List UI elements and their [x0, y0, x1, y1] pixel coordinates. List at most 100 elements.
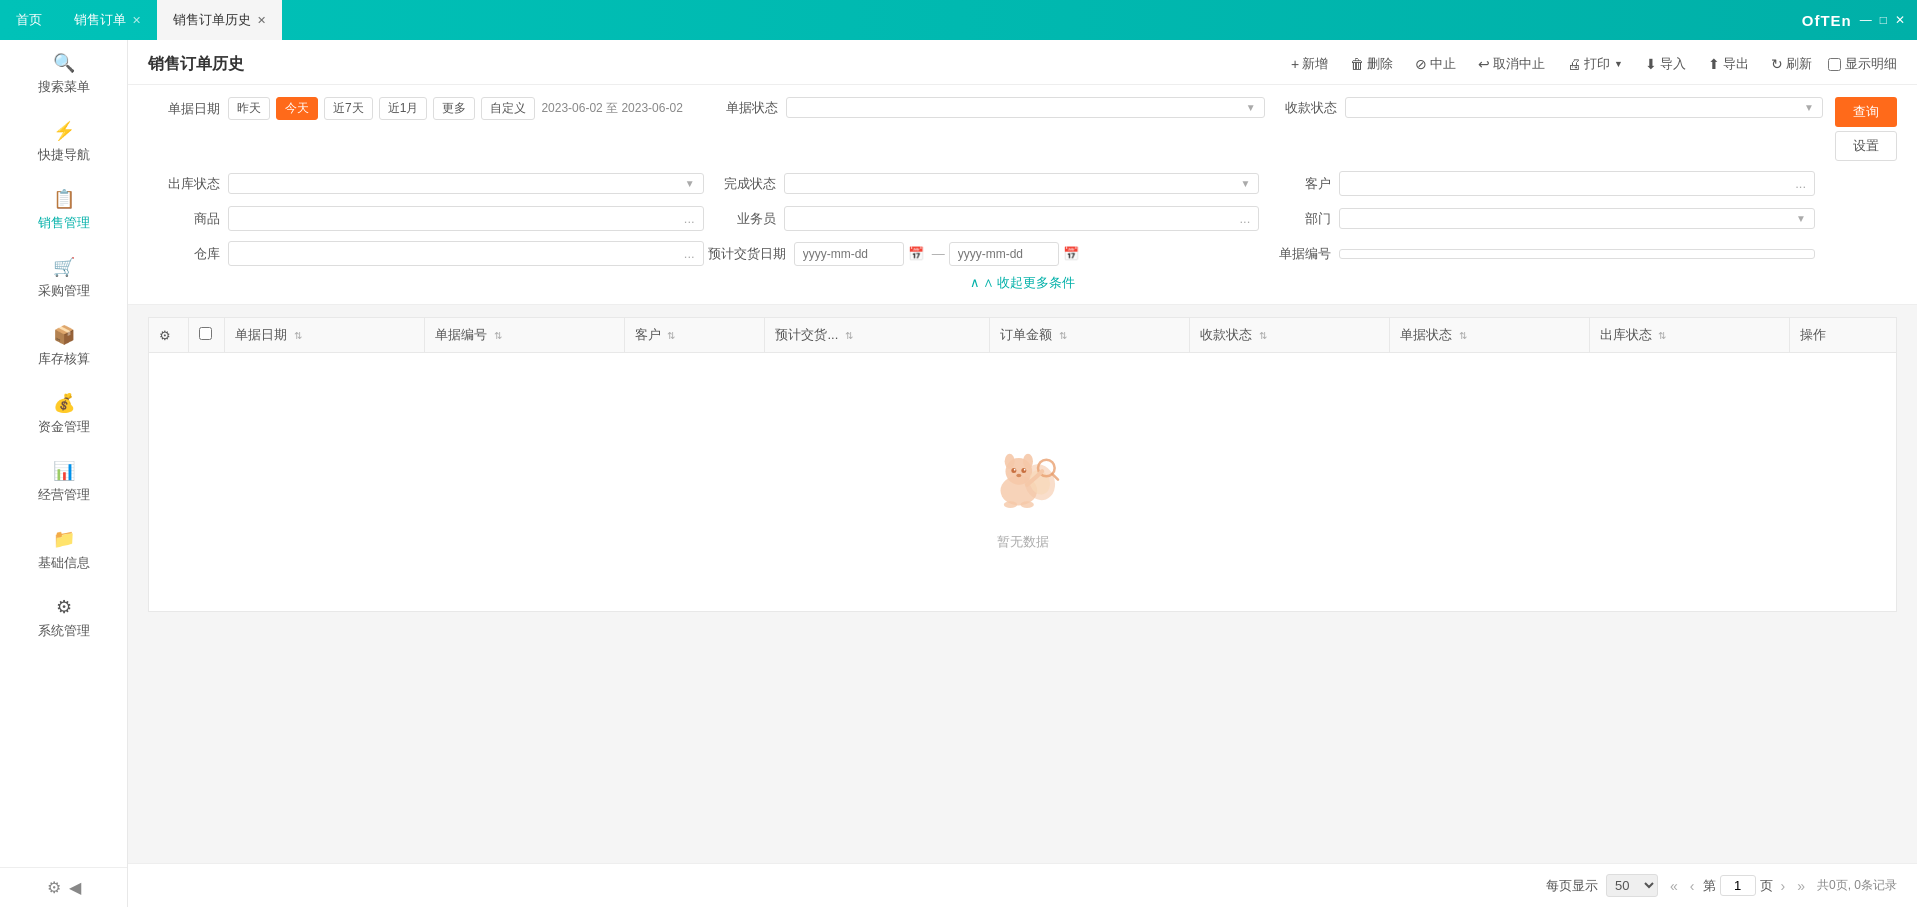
print-button[interactable]: 🖨 打印 ▼ — [1561, 52, 1629, 76]
select-all-checkbox[interactable] — [199, 327, 212, 340]
add-button[interactable]: + 新增 — [1285, 52, 1334, 76]
sidebar: 🔍 搜索菜单 ⚡ 快捷导航 📋 销售管理 🛒 采购管理 📦 库存核算 💰 资金管… — [0, 40, 128, 907]
import-button[interactable]: ⬇ 导入 — [1639, 52, 1692, 76]
warehouse-status-label: 出库状态 — [148, 175, 228, 193]
tab-home[interactable]: 首页 — [0, 0, 58, 40]
svg-point-2 — [1004, 454, 1014, 469]
tab-sales-history-close[interactable]: ✕ — [257, 14, 266, 27]
svg-point-8 — [1016, 474, 1021, 477]
customer-input[interactable]: ... — [1339, 171, 1815, 196]
sys-mgmt-icon: ⚙ — [56, 596, 72, 618]
per-page-label: 每页显示 — [1546, 877, 1598, 895]
maximize-btn[interactable]: □ — [1880, 13, 1887, 27]
sidebar-item-operations[interactable]: 📊 经营管理 — [0, 448, 127, 516]
sidebar-item-base-info[interactable]: 📁 基础信息 — [0, 516, 127, 584]
base-info-icon: 📁 — [53, 528, 75, 550]
minimize-btn[interactable]: — — [1860, 13, 1872, 27]
sidebar-item-sys-mgmt-label: 系统管理 — [38, 622, 90, 640]
prev-page-btn[interactable]: ‹ — [1686, 876, 1699, 896]
delivery-date-start[interactable] — [794, 242, 904, 266]
th-order-no[interactable]: 单据编号 ⇅ — [424, 318, 624, 353]
sidebar-item-sales-mgmt[interactable]: 📋 销售管理 — [0, 176, 127, 244]
sidebar-settings-icon[interactable]: ⚙ — [47, 878, 61, 897]
query-button[interactable]: 查询 — [1835, 97, 1897, 127]
th-order-status[interactable]: 单据状态 ⇅ — [1389, 318, 1589, 353]
per-page-select[interactable]: 50 10 20 100 — [1606, 874, 1658, 897]
tab-sales-history-label: 销售订单历史 — [173, 11, 251, 29]
sidebar-item-sys-mgmt[interactable]: ⚙ 系统管理 — [0, 584, 127, 652]
product-input[interactable]: ... — [228, 206, 704, 231]
svg-point-7 — [1023, 469, 1025, 471]
delete-button[interactable]: 🗑 删除 — [1344, 52, 1399, 76]
dept-arrow-icon: ▼ — [1796, 213, 1806, 224]
order-status-arrow-icon: ▼ — [1246, 102, 1256, 113]
calendar-end-icon[interactable]: 📅 — [1063, 246, 1079, 261]
refresh-icon: ↻ — [1771, 56, 1783, 72]
sidebar-item-finance-label: 资金管理 — [38, 418, 90, 436]
settings-button[interactable]: 设置 — [1835, 131, 1897, 161]
th-customer[interactable]: 客户 ⇅ — [624, 318, 765, 353]
date-btn-yesterday[interactable]: 昨天 — [228, 97, 270, 120]
sales-rep-input[interactable]: ... — [784, 206, 1260, 231]
order-num-input[interactable] — [1339, 249, 1815, 259]
complete-status-arrow-icon: ▼ — [1240, 178, 1250, 189]
date-dash: — — [932, 246, 945, 261]
sidebar-item-inventory[interactable]: 📦 库存核算 — [0, 312, 127, 380]
sidebar-item-base-info-label: 基础信息 — [38, 554, 90, 572]
sidebar-item-purchase-mgmt[interactable]: 🛒 采购管理 — [0, 244, 127, 312]
calendar-start-icon[interactable]: 📅 — [908, 246, 924, 261]
dept-select[interactable]: ▼ — [1339, 208, 1815, 229]
th-delivery[interactable]: 预计交货... ⇅ — [765, 318, 990, 353]
sidebar-collapse-icon[interactable]: ◀ — [69, 878, 81, 897]
date-label: 单据日期 — [148, 100, 228, 118]
add-icon: + — [1291, 56, 1299, 72]
date-btn-custom[interactable]: 自定义 — [481, 97, 535, 120]
complete-status-select[interactable]: ▼ — [784, 173, 1260, 194]
first-page-btn[interactable]: « — [1666, 876, 1682, 896]
last-page-btn[interactable]: » — [1793, 876, 1809, 896]
print-icon: 🖨 — [1567, 56, 1581, 72]
tab-sales-order[interactable]: 销售订单 ✕ — [58, 0, 157, 40]
sales-mgmt-icon: 📋 — [53, 188, 75, 210]
date-btn-1month[interactable]: 近1月 — [379, 97, 428, 120]
export-button[interactable]: ⬆ 导出 — [1702, 52, 1755, 76]
show-detail-checkbox[interactable] — [1828, 58, 1841, 71]
print-dropdown-icon: ▼ — [1614, 59, 1623, 69]
tab-sales-order-close[interactable]: ✕ — [132, 14, 141, 27]
delivery-date-end[interactable] — [949, 242, 1059, 266]
quick-nav-icon: ⚡ — [53, 120, 75, 142]
warehouse-input[interactable]: ... — [228, 241, 704, 266]
tab-sales-history[interactable]: 销售订单历史 ✕ — [157, 0, 282, 40]
date-btn-more[interactable]: 更多 — [433, 97, 475, 120]
refresh-button[interactable]: ↻ 刷新 — [1765, 52, 1818, 76]
cancel-stop-button[interactable]: ↩ 取消中止 — [1472, 52, 1551, 76]
sort-delivery-icon: ⇅ — [845, 330, 853, 341]
th-amount[interactable]: 订单金额 ⇅ — [990, 318, 1190, 353]
page-number-input[interactable] — [1720, 875, 1756, 896]
purchase-mgmt-icon: 🛒 — [53, 256, 75, 278]
sidebar-item-finance[interactable]: 💰 资金管理 — [0, 380, 127, 448]
sort-warehouse-icon: ⇅ — [1658, 330, 1666, 341]
receipt-status-select[interactable]: ▼ — [1345, 97, 1823, 118]
sidebar-item-search-menu[interactable]: 🔍 搜索菜单 — [0, 40, 127, 108]
tab-home-label: 首页 — [16, 11, 42, 29]
order-num-label: 单据编号 — [1259, 245, 1339, 263]
sidebar-item-operations-label: 经营管理 — [38, 486, 90, 504]
next-page-btn[interactable]: › — [1777, 876, 1790, 896]
table-settings-icon[interactable]: ⚙ — [159, 328, 171, 343]
th-checkbox[interactable] — [189, 318, 225, 353]
date-btn-7days[interactable]: 近7天 — [324, 97, 373, 120]
collapse-row[interactable]: ∧ ∧ 收起更多条件 — [148, 270, 1897, 292]
th-date[interactable]: 单据日期 ⇅ — [225, 318, 425, 353]
th-receipt-status[interactable]: 收款状态 ⇅ — [1189, 318, 1389, 353]
customer-label: 客户 — [1259, 175, 1339, 193]
sidebar-item-quick-nav[interactable]: ⚡ 快捷导航 — [0, 108, 127, 176]
sort-receipt-icon: ⇅ — [1259, 330, 1267, 341]
warehouse-status-select[interactable]: ▼ — [228, 173, 704, 194]
order-status-select[interactable]: ▼ — [786, 97, 1264, 118]
th-warehouse-status[interactable]: 出库状态 ⇅ — [1589, 318, 1789, 353]
stop-button[interactable]: ⊘ 中止 — [1409, 52, 1462, 76]
th-settings[interactable]: ⚙ — [149, 318, 189, 353]
close-btn[interactable]: ✕ — [1895, 13, 1905, 27]
date-btn-today[interactable]: 今天 — [276, 97, 318, 120]
